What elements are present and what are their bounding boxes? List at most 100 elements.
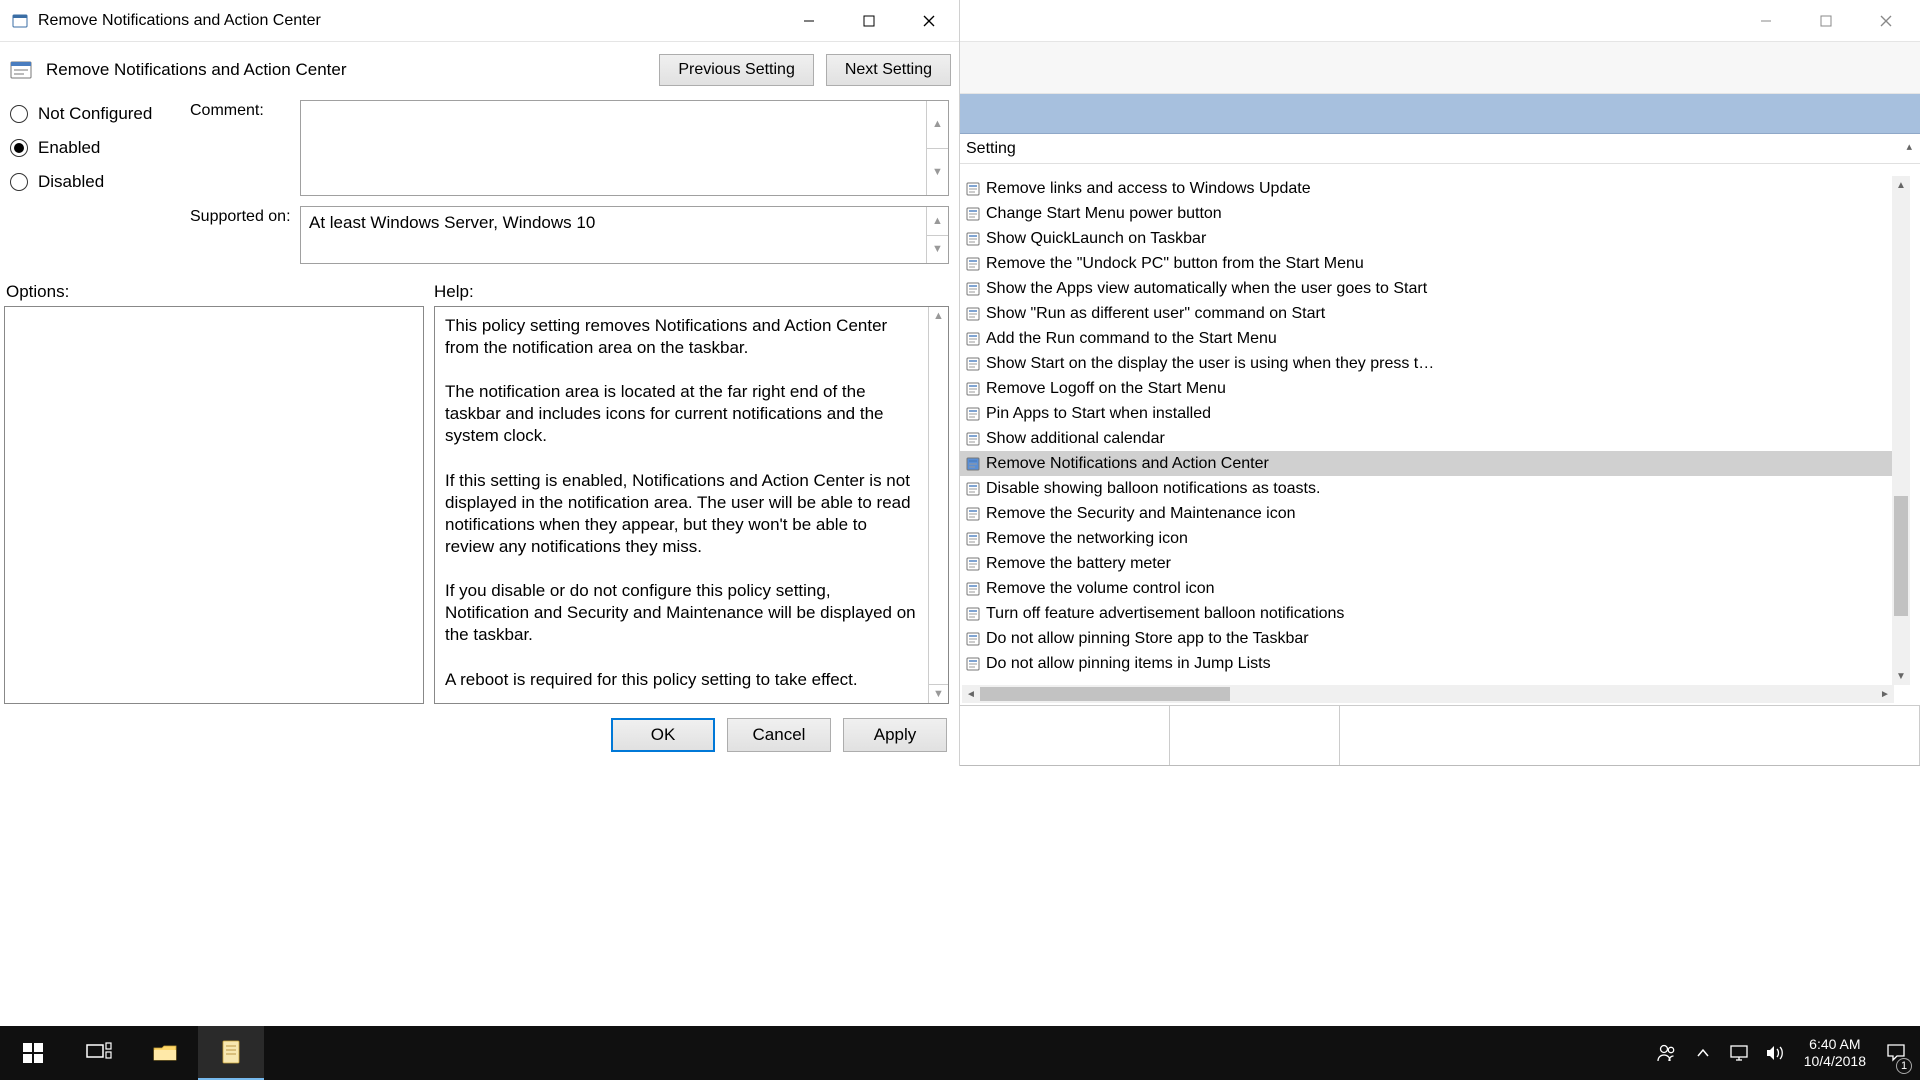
radio-enabled[interactable]: Enabled [10,138,170,158]
policy-item-label: Remove Logoff on the Start Menu [986,380,1226,398]
policy-list-item[interactable]: Remove the "Undock PC" button from the S… [960,251,1892,276]
policy-list-item[interactable]: Remove the networking icon [960,526,1892,551]
policy-list-item[interactable]: Show additional calendar [960,426,1892,451]
help-panel: This policy setting removes Notification… [434,306,949,704]
policy-item-icon [964,355,982,373]
options-panel [4,306,424,704]
horizontal-scrollbar[interactable]: ◄ ► [962,685,1894,703]
policy-list-item[interactable]: Show "Run as different user" command on … [960,301,1892,326]
policy-dialog: Remove Notifications and Action Center R… [0,0,960,766]
action-center-button[interactable]: 1 [1878,1026,1914,1080]
policy-item-label: Do not allow pinning items in Jump Lists [986,655,1271,673]
column-header-setting[interactable]: Setting ▴ [960,134,1920,164]
comment-textarea[interactable]: ▲ ▼ [300,100,949,196]
policy-list-item[interactable]: Remove Notifications and Action Center [960,451,1892,476]
policy-item-icon [964,280,982,298]
volume-icon[interactable] [1758,1026,1792,1080]
next-setting-button[interactable]: Next Setting [826,54,951,86]
ok-button[interactable]: OK [611,718,715,752]
comment-value [301,101,926,195]
vertical-scroll-thumb[interactable] [1894,496,1908,616]
policy-item-icon [964,230,982,248]
notification-count-badge: 1 [1896,1058,1912,1074]
network-icon[interactable] [1722,1026,1756,1080]
start-button[interactable] [0,1026,66,1080]
scroll-up-icon[interactable]: ▲ [926,207,948,235]
people-icon[interactable] [1650,1026,1684,1080]
column-sort-caret-icon: ▴ [1906,140,1912,153]
policy-item-label: Change Start Menu power button [986,205,1222,223]
bg-minimize-button[interactable] [1736,0,1796,42]
vertical-scrollbar[interactable]: ▲ ▼ [1892,176,1910,685]
bg-close-button[interactable] [1856,0,1916,42]
policy-item-icon [964,180,982,198]
scroll-up-icon[interactable]: ▲ [928,307,948,325]
scroll-up-arrow-icon[interactable]: ▲ [1892,176,1910,194]
policy-item-icon [964,605,982,623]
radio-disabled[interactable]: Disabled [10,172,170,192]
horizontal-scroll-thumb[interactable] [980,687,1230,701]
policy-item-label: Turn off feature advertisement balloon n… [986,605,1344,623]
policy-list-item[interactable]: Show QuickLaunch on Taskbar [960,226,1892,251]
scroll-up-icon[interactable]: ▲ [926,101,948,148]
policy-item-icon [964,455,982,473]
policy-list-item[interactable]: Change Start Menu power button [960,201,1892,226]
previous-setting-button[interactable]: Previous Setting [659,54,814,86]
policy-list-item[interactable]: Show Start on the display the user is us… [960,351,1892,376]
policy-list-item[interactable]: Remove Logoff on the Start Menu [960,376,1892,401]
policy-list-item[interactable]: Show the Apps view automatically when th… [960,276,1892,301]
radio-circle-icon [10,105,28,123]
scroll-down-arrow-icon[interactable]: ▼ [1892,667,1910,685]
clock-date: 10/4/2018 [1804,1053,1866,1070]
policy-list-item[interactable]: Remove the battery meter [960,551,1892,576]
bg-split-bar [960,94,1920,134]
policy-list-item[interactable]: Remove the Security and Maintenance icon [960,501,1892,526]
scroll-down-icon[interactable]: ▼ [926,235,948,264]
policy-list[interactable]: Remove links and access to Windows Updat… [960,176,1892,685]
policy-list-item[interactable]: Add the Run command to the Start Menu [960,326,1892,351]
policy-item-icon [964,655,982,673]
policy-list-item[interactable]: Do not allow pinning items in Jump Lists [960,651,1892,676]
policy-list-item[interactable]: Pin Apps to Start when installed [960,401,1892,426]
dialog-titlebar: Remove Notifications and Action Center [0,0,959,42]
policy-item-icon [964,380,982,398]
scroll-track[interactable] [928,325,948,684]
policy-item-label: Remove the "Undock PC" button from the S… [986,255,1364,273]
minimize-button[interactable] [779,0,839,42]
policy-item-icon [964,505,982,523]
maximize-button[interactable] [839,0,899,42]
scroll-down-icon[interactable]: ▼ [928,684,948,703]
policy-list-item[interactable]: Turn off feature advertisement balloon n… [960,601,1892,626]
help-text: This policy setting removes Notification… [435,307,928,703]
radio-not-configured[interactable]: Not Configured [10,104,170,124]
bg-toolbar [960,42,1920,94]
tray-chevron-icon[interactable] [1686,1026,1720,1080]
column-header-label: Setting [966,140,1016,158]
file-explorer-button[interactable] [132,1026,198,1080]
radio-label: Not Configured [38,104,152,124]
policy-list-item[interactable]: Remove links and access to Windows Updat… [960,176,1892,201]
cancel-button[interactable]: Cancel [727,718,831,752]
taskbar-clock[interactable]: 6:40 AM 10/4/2018 [1794,1036,1876,1070]
policy-item-label: Show "Run as different user" command on … [986,305,1325,323]
task-view-button[interactable] [66,1026,132,1080]
scroll-left-arrow-icon[interactable]: ◄ [962,685,980,703]
background-titlebar [960,0,1920,42]
radio-circle-icon [10,173,28,191]
policy-item-icon [964,330,982,348]
gpedit-taskbar-button[interactable] [198,1026,264,1080]
policy-item-icon [964,255,982,273]
bg-maximize-button[interactable] [1796,0,1856,42]
policy-list-item[interactable]: Do not allow pinning Store app to the Ta… [960,626,1892,651]
radio-circle-icon [10,139,28,157]
scroll-down-icon[interactable]: ▼ [926,148,948,196]
close-button[interactable] [899,0,959,42]
policy-item-icon [964,430,982,448]
policy-item-label: Remove links and access to Windows Updat… [986,180,1311,198]
apply-button[interactable]: Apply [843,718,947,752]
supported-on-value: At least Windows Server, Windows 10 [301,207,926,263]
policy-list-item[interactable]: Remove the volume control icon [960,576,1892,601]
scroll-right-arrow-icon[interactable]: ► [1876,685,1894,703]
policy-list-item[interactable]: Disable showing balloon notifications as… [960,476,1892,501]
clock-time: 6:40 AM [1804,1036,1866,1053]
